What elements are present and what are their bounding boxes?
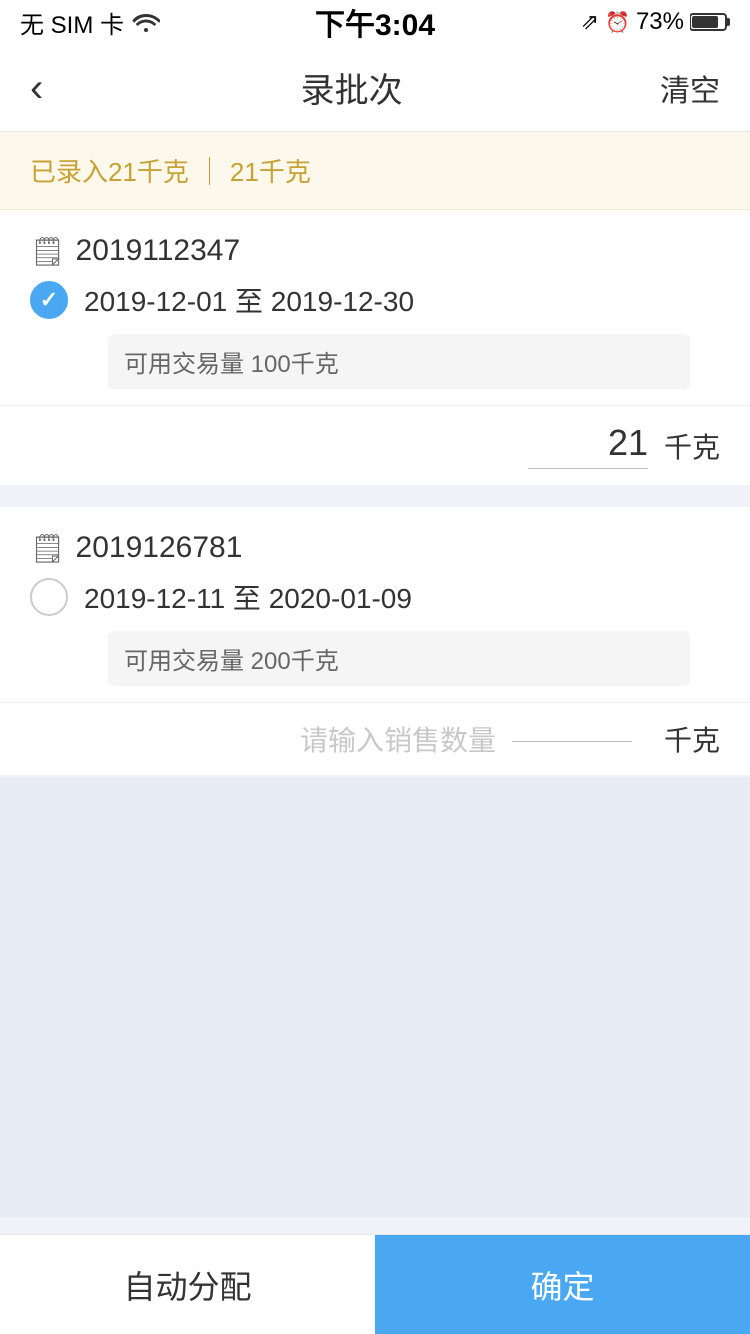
batch-date-2: 2019-12-11 至 2020-01-09	[84, 577, 412, 617]
empty-area	[0, 777, 750, 1217]
clear-button[interactable]: 清空	[660, 66, 720, 110]
auto-distribute-button[interactable]: 自动分配	[0, 1235, 375, 1334]
batch-date-1: 2019-12-01 至 2019-12-30	[84, 280, 414, 320]
card-separator-1	[0, 487, 750, 507]
status-bar: 无 SIM 卡 下午3:04 ⇗ ⏰ 73%	[0, 0, 750, 44]
quantity-row-1: 21 千克	[0, 405, 750, 485]
location-icon: ⇗	[581, 9, 599, 35]
back-button[interactable]: ‹	[30, 68, 43, 108]
no-sim-text: 无 SIM 卡	[20, 5, 124, 40]
batch-item-1: 🗒 2019112347 2019-12-01 至 2019-12-30 可用交…	[0, 210, 750, 389]
confirm-button[interactable]: 确定	[375, 1235, 750, 1334]
status-right: ⇗ ⏰ 73%	[581, 8, 730, 36]
recorded-value: 21千克	[230, 152, 311, 189]
batch-item-2: 🗒 2019126781 2019-12-11 至 2020-01-09 可用交…	[0, 507, 750, 686]
batch-card-1: 🗒 2019112347 2019-12-01 至 2019-12-30 可用交…	[0, 210, 750, 485]
bottom-bar: 自动分配 确定	[0, 1234, 750, 1334]
status-left: 无 SIM 卡	[20, 5, 160, 40]
recorded-text: 已录入21千克	[30, 152, 189, 189]
status-time: 下午3:04	[315, 0, 435, 44]
batch-id-text-2: 2019126781	[76, 531, 243, 565]
radio-2[interactable]	[30, 578, 68, 616]
nav-bar: ‹ 录批次 清空	[0, 44, 750, 132]
available-tag-2: 可用交易量 200千克	[108, 631, 690, 686]
batch-id-text-1: 2019112347	[76, 234, 241, 268]
qty-underline-1	[528, 468, 648, 469]
quantity-value-1[interactable]: 21	[608, 422, 648, 464]
qty-display-2[interactable]	[512, 737, 632, 742]
batch-card-2: 🗒 2019126781 2019-12-11 至 2020-01-09 可用交…	[0, 507, 750, 775]
quantity-unit-2: 千克	[664, 719, 720, 759]
info-banner: 已录入21千克 21千克	[0, 132, 750, 210]
batch-id-icon-1: 🗒	[30, 235, 66, 268]
input-placeholder-2: 请输入销售数量	[300, 719, 496, 759]
batch-id-icon-2: 🗒	[30, 532, 66, 565]
available-tag-1: 可用交易量 100千克	[108, 334, 690, 389]
alarm-icon: ⏰	[605, 10, 630, 35]
batch-date-row-2[interactable]: 2019-12-11 至 2020-01-09	[30, 577, 720, 617]
battery-text: 73%	[636, 8, 684, 36]
batch-header-2: 🗒 2019126781	[30, 531, 720, 565]
battery-icon	[690, 12, 730, 32]
page-title: 录批次	[301, 63, 403, 112]
quantity-unit-1: 千克	[664, 426, 720, 466]
qty-display-1: 21	[528, 422, 648, 469]
radio-1[interactable]	[30, 281, 68, 319]
wifi-icon	[132, 12, 160, 32]
page-content: 已录入21千克 21千克 🗒 2019112347 2019-12-01 至 2…	[0, 132, 750, 1317]
batch-header-1: 🗒 2019112347	[30, 234, 720, 268]
batch-date-row-1[interactable]: 2019-12-01 至 2019-12-30	[30, 280, 720, 320]
qty-underline-2	[512, 741, 632, 742]
info-divider	[209, 157, 210, 185]
input-row-2: 请输入销售数量 千克	[0, 702, 750, 775]
